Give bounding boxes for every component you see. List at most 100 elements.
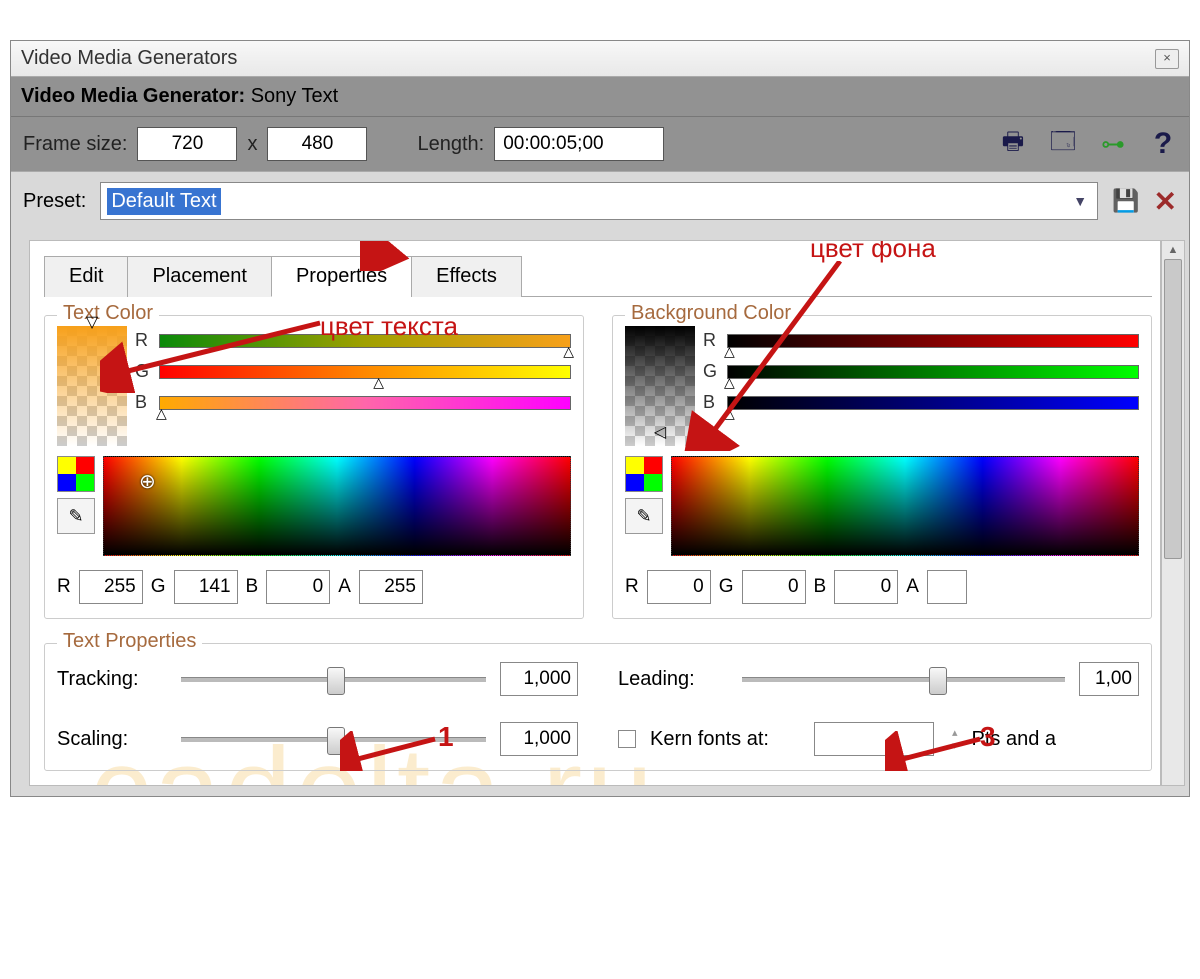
scroll-up-icon[interactable]: ▲ bbox=[1168, 241, 1179, 256]
scaling-input[interactable] bbox=[500, 722, 578, 756]
bg-b-label: B bbox=[703, 392, 721, 413]
g-label: G bbox=[135, 361, 153, 382]
window-title: Video Media Generators bbox=[21, 47, 237, 70]
frame-toolbar: Frame size: x Length: 🖶 🗔 ⊶ ? bbox=[11, 117, 1189, 171]
x-label: x bbox=[247, 133, 257, 156]
bg-a-input[interactable] bbox=[927, 570, 967, 604]
g-label2: G bbox=[151, 576, 166, 598]
alpha-handle-icon[interactable]: ▽ bbox=[86, 312, 98, 332]
close-button[interactable]: × bbox=[1155, 49, 1179, 69]
length-input[interactable] bbox=[494, 127, 664, 161]
toolbar-icons: 🖶 🗔 ⊶ ? bbox=[999, 130, 1177, 158]
scaling-slider[interactable] bbox=[181, 737, 486, 742]
text-color-swatch[interactable]: ▽ bbox=[57, 326, 127, 446]
titlebar: Video Media Generators × bbox=[11, 41, 1189, 77]
device-icon[interactable]: 🖶 bbox=[999, 130, 1027, 158]
text-rgba-inputs: R G B A bbox=[57, 570, 571, 604]
bg-r-label2: R bbox=[625, 576, 639, 598]
crosshair-icon: ⊕ bbox=[139, 471, 156, 493]
scaling-label: Scaling: bbox=[57, 728, 167, 751]
kern-input[interactable] bbox=[814, 722, 934, 756]
kern-checkbox[interactable] bbox=[618, 730, 636, 748]
dropdown-icon[interactable]: ▼ bbox=[1063, 193, 1097, 209]
vertical-scrollbar[interactable]: ▲ bbox=[1161, 240, 1185, 786]
text-spectrum[interactable]: ⊕ bbox=[103, 456, 571, 556]
text-color-fieldset: Text Color ▽ R △ bbox=[44, 315, 584, 619]
bg-b-input[interactable] bbox=[834, 570, 898, 604]
text-b-input[interactable] bbox=[266, 570, 330, 604]
bg-color-model-button[interactable] bbox=[625, 456, 663, 492]
bg-rgb-sliders: R △ G △ B △ bbox=[703, 326, 1139, 446]
leading-label: Leading: bbox=[618, 668, 728, 691]
eyedropper-button[interactable]: ✎ bbox=[57, 498, 95, 534]
text-b-slider[interactable]: △ bbox=[159, 396, 571, 410]
bg-g-slider[interactable]: △ bbox=[727, 365, 1139, 379]
leading-slider[interactable] bbox=[742, 677, 1065, 682]
content-wrap: cadelta.ru Edit Placement Properties Eff… bbox=[11, 230, 1189, 796]
text-r-input[interactable] bbox=[79, 570, 143, 604]
text-g-slider[interactable]: △ bbox=[159, 365, 571, 379]
window: Video Media Generators × Video Media Gen… bbox=[10, 40, 1190, 797]
bg-color-fieldset: Background Color ◁ R △ bbox=[612, 315, 1152, 619]
text-rgb-sliders: R △ G △ B △ bbox=[135, 326, 571, 446]
tab-effects[interactable]: Effects bbox=[411, 256, 522, 297]
color-sections: Text Color ▽ R △ bbox=[44, 315, 1152, 619]
preset-value: Default Text bbox=[107, 188, 220, 215]
tab-edit[interactable]: Edit bbox=[44, 256, 128, 297]
chain-icon[interactable]: ⊶ bbox=[1099, 130, 1127, 158]
preset-label: Preset: bbox=[23, 190, 86, 213]
r-label: R bbox=[135, 330, 153, 351]
tracking-slider[interactable] bbox=[181, 677, 486, 682]
tracking-input[interactable] bbox=[500, 662, 578, 696]
b-label2: B bbox=[246, 576, 259, 598]
bg-spectrum[interactable] bbox=[671, 456, 1139, 556]
text-properties-fieldset: Text Properties Tracking: Scaling: bbox=[44, 643, 1152, 771]
bg-b-label2: B bbox=[814, 576, 827, 598]
preset-combo[interactable]: Default Text ▼ bbox=[100, 182, 1098, 220]
bg-r-input[interactable] bbox=[647, 570, 711, 604]
text-color-title: Text Color bbox=[57, 302, 159, 325]
kern-spinner[interactable]: ▴▾ bbox=[952, 726, 958, 752]
bg-color-swatch[interactable]: ◁ bbox=[625, 326, 695, 446]
frame-height-input[interactable] bbox=[267, 127, 367, 161]
text-g-input[interactable] bbox=[174, 570, 238, 604]
save-preset-icon[interactable]: 💾 bbox=[1112, 188, 1139, 214]
tab-placement[interactable]: Placement bbox=[127, 256, 272, 297]
properties-icon[interactable]: 🗔 bbox=[1049, 130, 1077, 158]
tabs: Edit Placement Properties Effects bbox=[44, 255, 1152, 297]
bg-r-slider[interactable]: △ bbox=[727, 334, 1139, 348]
help-icon[interactable]: ? bbox=[1149, 130, 1177, 158]
length-label: Length: bbox=[417, 133, 484, 156]
bg-color-title: Background Color bbox=[625, 302, 797, 325]
a-label2: A bbox=[338, 576, 351, 598]
alpha-handle-icon[interactable]: ◁ bbox=[654, 422, 666, 442]
generator-name: Sony Text bbox=[251, 85, 338, 107]
color-model-button[interactable] bbox=[57, 456, 95, 492]
scroll-thumb[interactable] bbox=[1164, 259, 1182, 559]
bg-eyedropper-button[interactable]: ✎ bbox=[625, 498, 663, 534]
preset-panel: Preset: Default Text ▼ 💾 ✕ bbox=[11, 171, 1189, 230]
bg-r-label: R bbox=[703, 330, 721, 351]
b-label: B bbox=[135, 392, 153, 413]
bg-g-label2: G bbox=[719, 576, 734, 598]
r-label2: R bbox=[57, 576, 71, 598]
text-a-input[interactable] bbox=[359, 570, 423, 604]
content: cadelta.ru Edit Placement Properties Eff… bbox=[29, 240, 1161, 786]
frame-size-label: Frame size: bbox=[23, 133, 127, 156]
kern-label: Kern fonts at: bbox=[650, 728, 800, 751]
bg-g-input[interactable] bbox=[742, 570, 806, 604]
subheader: Video Media Generator: Sony Text bbox=[11, 77, 1189, 117]
generator-label: Video Media Generator: bbox=[21, 85, 245, 107]
bg-g-label: G bbox=[703, 361, 721, 382]
kern-unit: Pts and a bbox=[972, 728, 1057, 751]
bg-a-label2: A bbox=[906, 576, 919, 598]
frame-width-input[interactable] bbox=[137, 127, 237, 161]
leading-input[interactable] bbox=[1079, 662, 1139, 696]
bg-rgba-inputs: R G B A bbox=[625, 570, 1139, 604]
text-properties-title: Text Properties bbox=[57, 630, 202, 653]
bg-b-slider[interactable]: △ bbox=[727, 396, 1139, 410]
tracking-label: Tracking: bbox=[57, 668, 167, 691]
tab-properties[interactable]: Properties bbox=[271, 256, 412, 297]
delete-preset-icon[interactable]: ✕ bbox=[1154, 185, 1177, 218]
text-r-slider[interactable]: △ bbox=[159, 334, 571, 348]
